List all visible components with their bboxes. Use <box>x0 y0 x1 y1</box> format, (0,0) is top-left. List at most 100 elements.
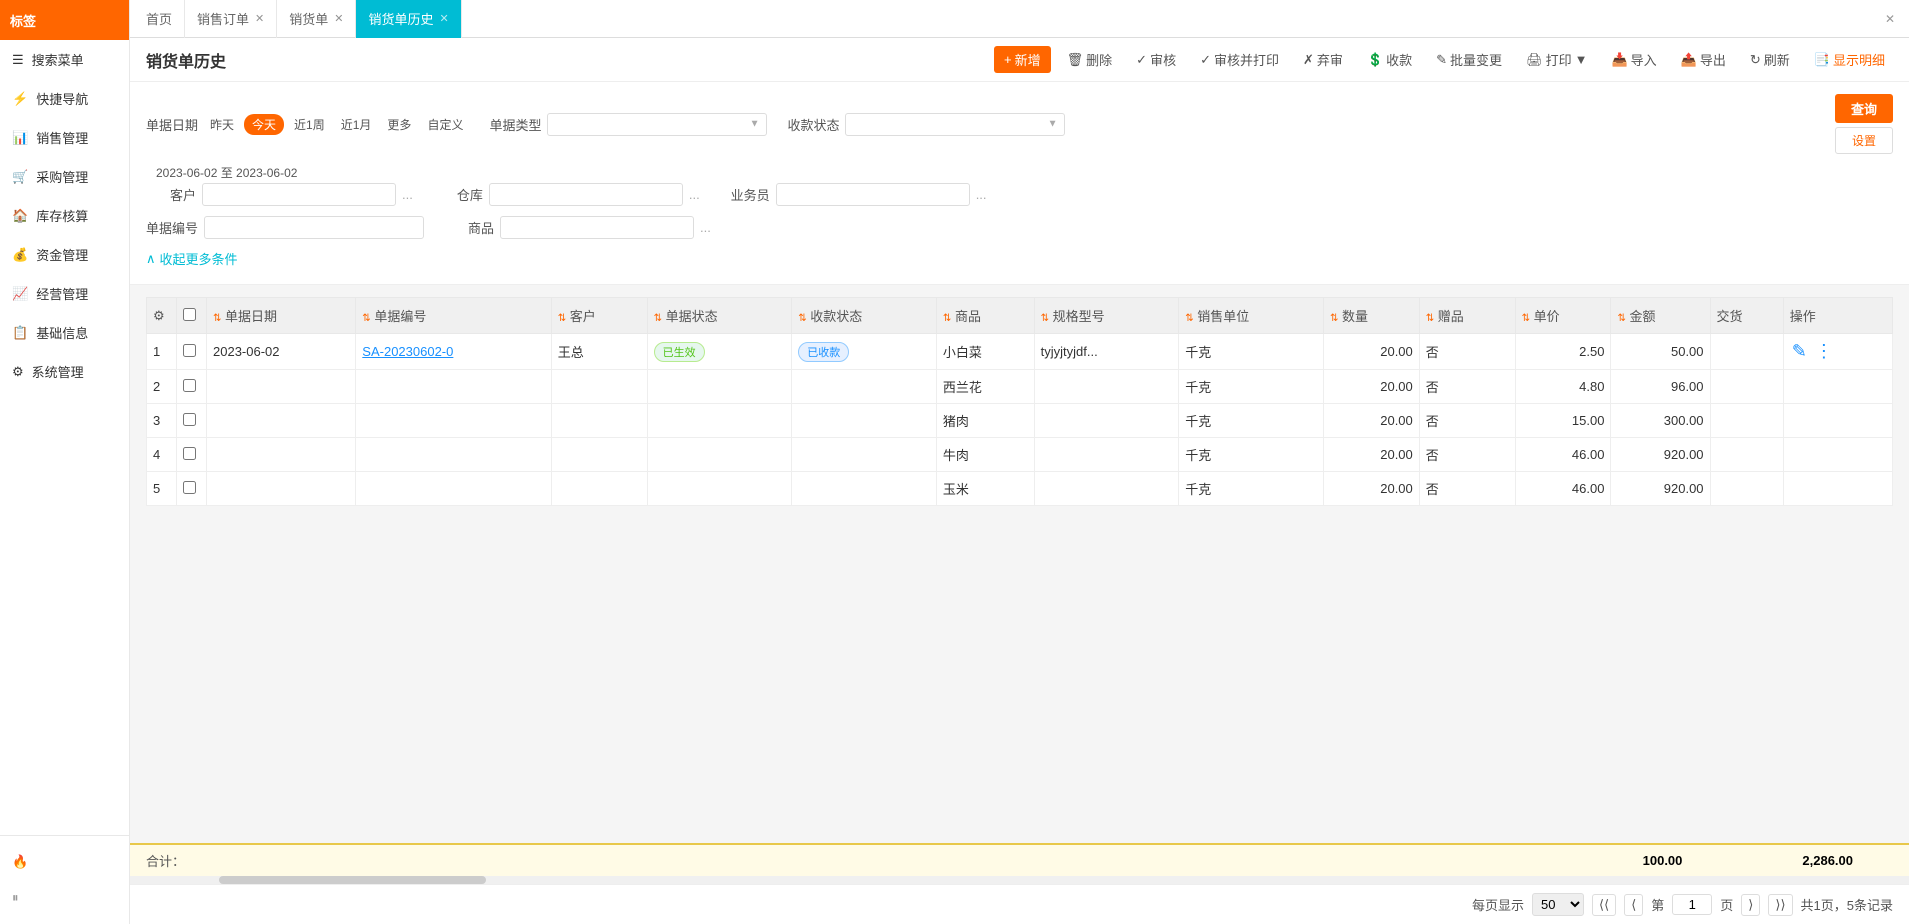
tab-close-all[interactable]: ✕ <box>1875 12 1905 26</box>
row-checkbox-0[interactable] <box>183 344 196 357</box>
page-first-btn[interactable]: ⟨⟨ <box>1592 894 1616 916</box>
warehouse-ellipsis[interactable]: ... <box>689 187 700 202</box>
customer-input[interactable] <box>202 183 396 206</box>
collapse-btn[interactable]: ∧ 收起更多条件 <box>146 249 1893 268</box>
col-collect-status[interactable]: ⇅ 收款状态 <box>792 298 937 334</box>
sidebar-item-quicknav[interactable]: ⚡ 快捷导航 <box>0 79 129 118</box>
audit-button[interactable]: ✓ 审核 <box>1128 46 1184 73</box>
page-last-btn[interactable]: ⟩⟩ <box>1768 894 1792 916</box>
sidebar-item-purchase[interactable]: 🛒 采购管理 <box>0 157 129 196</box>
date-shortcut-yesterday[interactable]: 昨天 <box>204 114 240 135</box>
col-doc-no[interactable]: ⇅ 单据编号 <box>356 298 551 334</box>
staff-input[interactable] <box>776 183 970 206</box>
show-detail-button[interactable]: 📑 显示明细 <box>1806 46 1893 73</box>
date-shortcut-last30[interactable]: 近1月 <box>335 114 378 135</box>
doc-no-input[interactable] <box>204 216 424 239</box>
col-goods[interactable]: ⇅ 商品 <box>936 298 1034 334</box>
cell-checkbox-4[interactable] <box>177 472 207 506</box>
sidebar-bottom-item1[interactable]: 🔥 <box>0 844 129 880</box>
date-shortcut-custom[interactable]: 自定义 <box>421 114 469 135</box>
col-amount[interactable]: ⇅ 金额 <box>1611 298 1710 334</box>
cell-amount-3: 920.00 <box>1611 438 1710 472</box>
col-checkbox[interactable] <box>177 298 207 334</box>
warehouse-input[interactable] <box>489 183 683 206</box>
system-mgmt-icon: ⚙ <box>12 364 24 380</box>
page-prev-btn[interactable]: ⟨ <box>1624 894 1643 916</box>
row-checkbox-2[interactable] <box>183 413 196 426</box>
sidebar-item-search[interactable]: ☰ 搜索菜单 <box>0 40 129 79</box>
settings-button[interactable]: 设置 <box>1835 127 1893 154</box>
row-more-btn-0[interactable]: ⋮ <box>1813 341 1835 362</box>
page-size-select[interactable]: 50 10 20 100 <box>1532 893 1584 916</box>
cell-doc-no-0[interactable]: SA-20230602-0 <box>356 334 551 370</box>
add-button[interactable]: + 新增 <box>994 46 1051 73</box>
tab-sales-delivery[interactable]: 销货单 ✕ <box>277 0 356 38</box>
select-all-checkbox[interactable] <box>183 308 196 321</box>
col-doc-status[interactable]: ⇅ 单据状态 <box>647 298 792 334</box>
staff-ellipsis[interactable]: ... <box>976 187 987 202</box>
page-input[interactable] <box>1672 894 1712 915</box>
tab-close-sales-delivery[interactable]: ✕ <box>334 12 343 25</box>
cell-gift-3: 否 <box>1419 438 1515 472</box>
horizontal-scrollbar[interactable] <box>130 876 1909 884</box>
row-checkbox-3[interactable] <box>183 447 196 460</box>
goods-input[interactable] <box>500 216 694 239</box>
tab-close-sales-order[interactable]: ✕ <box>255 12 264 25</box>
abandon-button[interactable]: ✗ 弃审 <box>1295 46 1351 73</box>
cell-checkbox-0[interactable] <box>177 334 207 370</box>
date-shortcut-more[interactable]: 更多 <box>381 114 417 135</box>
delete-button[interactable]: 🗑 删除 <box>1059 46 1121 73</box>
row-edit-btn-0[interactable]: ✎ <box>1790 341 1809 362</box>
col-qty[interactable]: ⇅ 数量 <box>1323 298 1419 334</box>
pause-icon: ⏸ <box>12 890 19 906</box>
import-icon: 📥 <box>1611 52 1627 68</box>
sidebar-item-system[interactable]: ⚙ 系统管理 <box>0 352 129 391</box>
batch-change-button[interactable]: ✎ 批量变更 <box>1428 46 1510 73</box>
cell-checkbox-2[interactable] <box>177 404 207 438</box>
col-customer[interactable]: ⇅ 客户 <box>551 298 647 334</box>
scrollbar-thumb[interactable] <box>219 876 486 884</box>
sidebar-item-inventory[interactable]: 🏠 库存核算 <box>0 196 129 235</box>
cell-doc-no-2[interactable] <box>356 404 551 438</box>
col-doc-date[interactable]: ⇅ 单据日期 <box>207 298 356 334</box>
cell-doc-no-4[interactable] <box>356 472 551 506</box>
cell-checkbox-3[interactable] <box>177 438 207 472</box>
col-settings[interactable]: ⚙ <box>147 298 177 334</box>
import-button[interactable]: 📥 导入 <box>1603 46 1664 73</box>
tab-sales-history[interactable]: 销货单历史 ✕ <box>356 0 461 38</box>
col-unit-price[interactable]: ⇅ 单价 <box>1515 298 1611 334</box>
cell-transaction-2 <box>1710 404 1783 438</box>
col-spec-type[interactable]: ⇅ 规格型号 <box>1034 298 1179 334</box>
goods-ellipsis[interactable]: ... <box>700 220 711 235</box>
sidebar-item-finance[interactable]: 💰 资金管理 <box>0 235 129 274</box>
cell-checkbox-1[interactable] <box>177 370 207 404</box>
date-shortcut-last7[interactable]: 近1周 <box>288 114 331 135</box>
collect-button[interactable]: 💲 收款 <box>1359 46 1420 73</box>
refresh-button[interactable]: ↻ 刷新 <box>1742 46 1798 73</box>
cell-doc-no-3[interactable] <box>356 438 551 472</box>
sidebar-item-operations[interactable]: 📈 经营管理 <box>0 274 129 313</box>
cell-collect-status-2 <box>792 404 937 438</box>
sort-icon-amount: ⇅ <box>1617 313 1625 324</box>
sidebar-bottom-item2[interactable]: ⏸ <box>0 880 129 916</box>
doc-type-select[interactable] <box>547 113 767 136</box>
print-button[interactable]: 🖨 打印 ▼ <box>1518 46 1595 73</box>
audit-print-button[interactable]: ✓ 审核并打印 <box>1192 46 1287 73</box>
cell-doc-status-4 <box>647 472 792 506</box>
tab-home[interactable]: 首页 <box>134 0 185 38</box>
tab-sales-order[interactable]: 销售订单 ✕ <box>185 0 277 38</box>
page-next-btn[interactable]: ⟩ <box>1741 894 1760 916</box>
cell-doc-no-1[interactable] <box>356 370 551 404</box>
export-button[interactable]: 📤 导出 <box>1673 46 1734 73</box>
row-checkbox-1[interactable] <box>183 379 196 392</box>
date-shortcut-today[interactable]: 今天 <box>244 114 284 135</box>
customer-ellipsis[interactable]: ... <box>402 187 413 202</box>
tab-close-sales-history[interactable]: ✕ <box>440 12 449 25</box>
collect-status-select[interactable] <box>845 113 1065 136</box>
row-checkbox-4[interactable] <box>183 481 196 494</box>
query-button[interactable]: 查询 <box>1835 94 1893 123</box>
sidebar-item-basicinfo[interactable]: 📋 基础信息 <box>0 313 129 352</box>
col-gift[interactable]: ⇅ 赠品 <box>1419 298 1515 334</box>
sidebar-item-sales[interactable]: 📊 销售管理 <box>0 118 129 157</box>
col-sales-unit[interactable]: ⇅ 销售单位 <box>1179 298 1324 334</box>
